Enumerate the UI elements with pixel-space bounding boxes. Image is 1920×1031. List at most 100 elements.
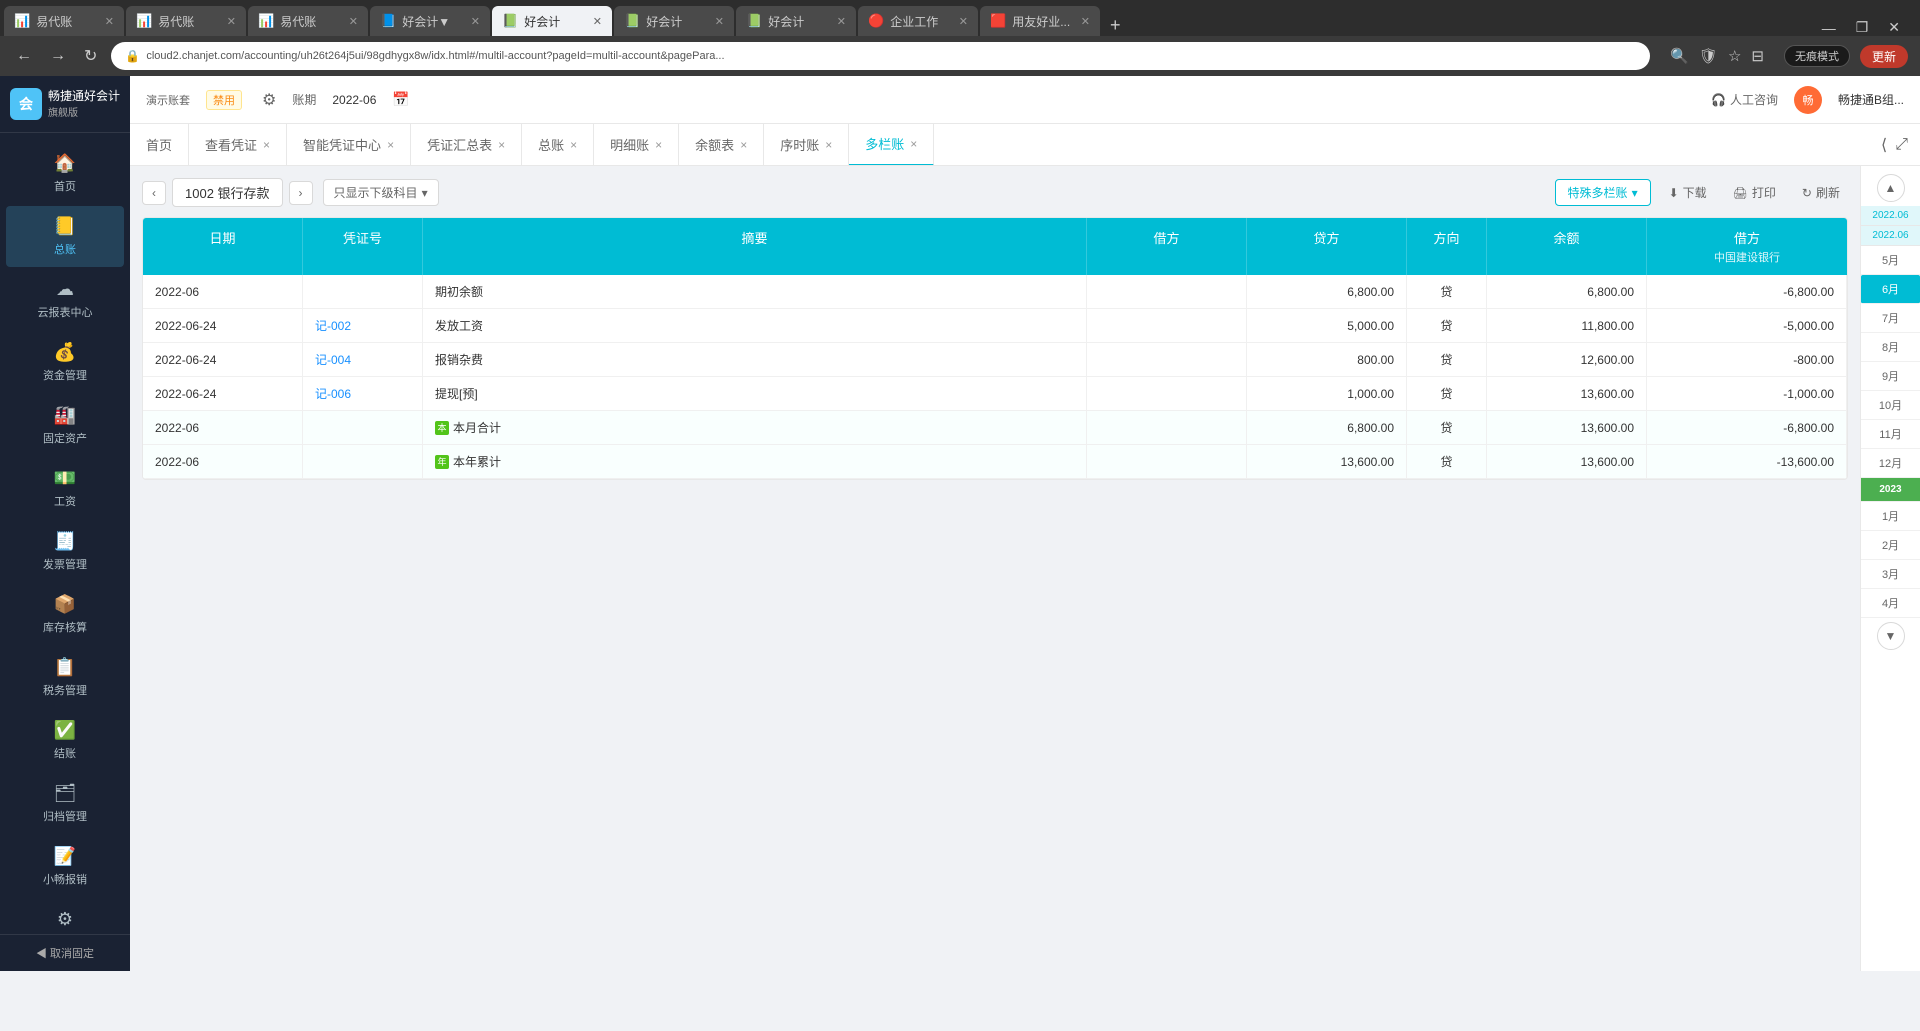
sidebar-item-payroll[interactable]: 💵 工资 (6, 458, 124, 519)
browser-tab-6[interactable]: 📗 好会计 ✕ (614, 6, 734, 36)
back-button[interactable]: ← (12, 43, 36, 69)
minimize-button[interactable]: — (1818, 20, 1840, 36)
sidebar-item-funds[interactable]: 💰 资金管理 (6, 332, 124, 393)
cell-voucher-3[interactable]: 记-004 (303, 343, 423, 376)
timeline-month-jan[interactable]: 1月 (1861, 502, 1920, 531)
timeline-month-june[interactable]: 6月 (1861, 275, 1920, 304)
sidebar-item-invoices[interactable]: 🧾 发票管理 (6, 521, 124, 582)
tab-close-9[interactable]: ✕ (1081, 15, 1090, 28)
sidebar-item-fixed-assets[interactable]: 🏭 固定资产 (6, 395, 124, 456)
invoice-icon: 🧾 (54, 531, 76, 552)
browser-tab-7[interactable]: 📗 好会计 ✕ (736, 6, 856, 36)
tab-multi-account-close[interactable]: × (910, 137, 917, 151)
sidebar-item-cloud-reports[interactable]: ☁ 云报表中心 (6, 269, 124, 330)
sidebar-item-tax[interactable]: 📋 税务管理 (6, 647, 124, 708)
timeline-month-december[interactable]: 12月 (1861, 449, 1920, 478)
shield-icon[interactable]: 🛡 (1699, 47, 1718, 65)
timeline-month-august[interactable]: 8月 (1861, 333, 1920, 362)
timeline-month-september[interactable]: 9月 (1861, 362, 1920, 391)
tab-close-1[interactable]: ✕ (105, 15, 114, 28)
header-settings-icon[interactable]: ⚙ (262, 90, 276, 110)
browser-tab-2[interactable]: 📊 易代账 ✕ (126, 6, 246, 36)
browser-tab-4[interactable]: 📘 好会计▼ ✕ (370, 6, 490, 36)
account-code-selector[interactable]: 1002 银行存款 (172, 178, 283, 207)
next-account-button[interactable]: › (289, 181, 313, 205)
browser-tab-8[interactable]: 🔴 企业工作 ✕ (858, 6, 978, 36)
tab-close-8[interactable]: ✕ (959, 15, 968, 28)
tab-voucher-summary-close[interactable]: × (498, 138, 505, 152)
tab-journal[interactable]: 序时账 × (764, 124, 849, 166)
sidebar-item-close[interactable]: ✅ 结账 (6, 710, 124, 771)
timeline-month-october[interactable]: 10月 (1861, 391, 1920, 420)
refresh-button[interactable]: ↻ 刷新 (1794, 180, 1848, 205)
sidebar-item-expense[interactable]: 📝 小畅报销 (6, 836, 124, 897)
tab-voucher-summary[interactable]: 凭证汇总表 × (411, 124, 522, 166)
special-multi-account-button[interactable]: 特殊多栏账 ▾ (1555, 179, 1651, 206)
no-trace-button[interactable]: 无痕模式 (1784, 45, 1850, 67)
tab-detail-ledger-close[interactable]: × (655, 138, 662, 152)
url-input[interactable]: 🔒 cloud2.chanjet.com/accounting/uh26t264… (111, 42, 1650, 70)
print-button[interactable]: 🖨 打印 (1725, 180, 1784, 205)
star-icon[interactable]: ☆ (1728, 47, 1741, 65)
timeline-month-may[interactable]: 5月 (1861, 246, 1920, 275)
timeline-month-mar[interactable]: 3月 (1861, 560, 1920, 589)
ai-consult-button[interactable]: 🎧 人工咨询 (1711, 91, 1778, 108)
tab-journal-close[interactable]: × (825, 138, 832, 152)
tab-general-ledger-close[interactable]: × (570, 138, 577, 152)
maximize-button[interactable]: ❐ (1852, 19, 1873, 36)
timeline-down-button[interactable]: ▼ (1877, 622, 1905, 650)
tab-smart-voucher[interactable]: 智能凭证中心 × (287, 124, 411, 166)
tab-view-voucher-close[interactable]: × (263, 138, 270, 152)
unpin-button[interactable]: ◀ 取消固定 (8, 945, 122, 961)
cell-voucher-2[interactable]: 记-002 (303, 309, 423, 342)
browser-tab-5[interactable]: 📗 好会计 ✕ (492, 6, 612, 36)
browser-tab-9[interactable]: 🟥 用友好业... ✕ (980, 6, 1100, 36)
sidebar-item-home[interactable]: 🏠 首页 (6, 143, 124, 204)
tab-balance[interactable]: 余额表 × (679, 124, 764, 166)
timeline-month-november[interactable]: 11月 (1861, 420, 1920, 449)
collapse-button[interactable]: ⟨ (1881, 135, 1887, 155)
voucher-link-4[interactable]: 记-006 (315, 385, 351, 402)
cell-voucher-4[interactable]: 记-006 (303, 377, 423, 410)
sidebar-item-settings[interactable]: ⚙ 基础设置 (6, 899, 124, 934)
voucher-link-3[interactable]: 记-004 (315, 351, 351, 368)
new-tab-button[interactable]: + (1102, 15, 1129, 36)
search-icon[interactable]: 🔍 (1670, 47, 1689, 65)
browser-tab-1[interactable]: 📊 易代账 ✕ (4, 6, 124, 36)
user-avatar[interactable]: 畅 (1794, 86, 1822, 114)
browser-tab-3[interactable]: 📊 易代账 ✕ (248, 6, 368, 36)
tab-close-4[interactable]: ✕ (471, 15, 480, 28)
subcategory-filter-button[interactable]: 只显示下级科目 ▾ (323, 179, 439, 206)
close-window-button[interactable]: ✕ (1884, 19, 1904, 36)
download-button[interactable]: ⬇ 下载 (1661, 180, 1715, 205)
sidebar-item-inventory[interactable]: 📦 库存核算 (6, 584, 124, 645)
tab-view-voucher[interactable]: 查看凭证 × (189, 124, 287, 166)
th-direction: 方向 (1407, 218, 1487, 275)
timeline-month-july[interactable]: 7月 (1861, 304, 1920, 333)
tab-balance-close[interactable]: × (740, 138, 747, 152)
tab-smart-voucher-close[interactable]: × (387, 138, 394, 152)
prev-account-button[interactable]: ‹ (142, 181, 166, 205)
calendar-icon[interactable]: 📅 (392, 91, 409, 108)
tab-multi-account[interactable]: 多栏账 × (849, 124, 934, 166)
update-button[interactable]: 更新 (1860, 45, 1908, 68)
print-icon: 🖨 (1733, 186, 1748, 200)
sidebar-item-archive[interactable]: 🗂 归档管理 (6, 773, 124, 834)
voucher-link-2[interactable]: 记-002 (315, 317, 351, 334)
tab-close-2[interactable]: ✕ (227, 15, 236, 28)
tab-home[interactable]: 首页 (130, 124, 189, 166)
timeline-month-apr[interactable]: 4月 (1861, 589, 1920, 618)
tab-general-ledger[interactable]: 总账 × (522, 124, 594, 166)
expand-button[interactable]: ⤢ (1895, 136, 1908, 154)
tab-close-7[interactable]: ✕ (837, 15, 846, 28)
tab-close-3[interactable]: ✕ (349, 15, 358, 28)
timeline-up-button[interactable]: ▲ (1877, 174, 1905, 202)
tab-close-6[interactable]: ✕ (715, 15, 724, 28)
refresh-button[interactable]: ↻ (80, 42, 101, 70)
forward-button[interactable]: → (46, 43, 70, 69)
tab-close-5[interactable]: ✕ (593, 15, 602, 28)
sidebar-item-ledger[interactable]: 📒 总账 (6, 206, 124, 267)
sidebar-toggle-icon[interactable]: ⊟ (1751, 47, 1764, 65)
tab-detail-ledger[interactable]: 明细账 × (594, 124, 679, 166)
timeline-month-feb[interactable]: 2月 (1861, 531, 1920, 560)
